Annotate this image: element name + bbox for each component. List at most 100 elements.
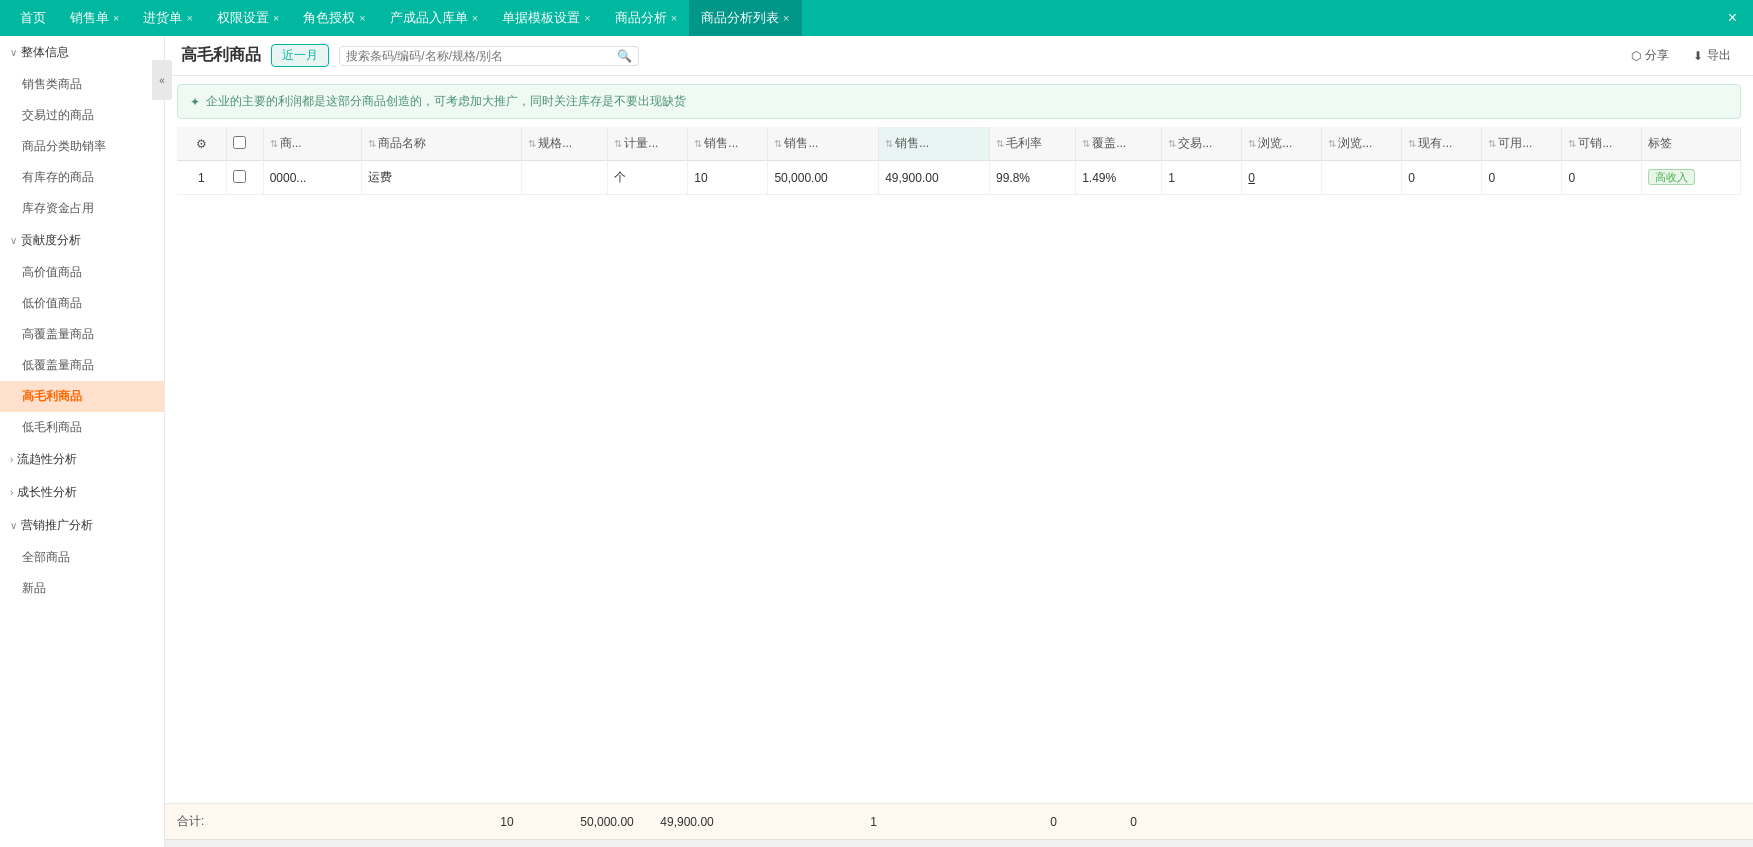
sidebar-item-low-margin[interactable]: 低毛利商品 — [0, 412, 164, 443]
sidebar-item-category-rate[interactable]: 商品分类助销率 — [0, 131, 164, 162]
arrow-marketing: ∨ — [10, 520, 17, 531]
sidebar-collapse-button[interactable]: « — [152, 60, 172, 100]
cell-coverage: 1.49% — [1076, 161, 1162, 195]
col-sales-qty: ⇅销售... — [688, 127, 768, 161]
search-input[interactable] — [346, 49, 617, 63]
main-layout: ∨ 整体信息 销售类商品 交易过的商品 商品分类助销率 有库存的商品 库存资金占… — [0, 36, 1753, 847]
sidebar-item-high-margin[interactable]: 高毛利商品 — [0, 381, 164, 412]
export-button[interactable]: ⬇ 导出 — [1687, 45, 1737, 66]
col-index: ⚙ — [177, 127, 226, 161]
settings-icon[interactable]: ⚙ — [196, 137, 207, 151]
footer-cells: 10 50,000.00 49,900.00 1 0 0 — [224, 815, 1741, 829]
col-spec: ⇅规格... — [522, 127, 608, 161]
cell-sales-qty: 10 — [688, 161, 768, 195]
col-stock-sellable: ⇅可销... — [1562, 127, 1642, 161]
footer-sales-cost: 49,900.00 — [654, 815, 734, 829]
nav-product-analysis[interactable]: 商品分析 × — [603, 0, 689, 36]
arrow-flow: › — [10, 454, 13, 465]
search-icon[interactable]: 🔍 — [617, 49, 632, 63]
sidebar-item-high-value[interactable]: 高价值商品 — [0, 257, 164, 288]
col-sales-cost: ⇅销售... — [879, 127, 990, 161]
footer-sales-amount: 50,000.00 — [574, 815, 654, 829]
sidebar-item-stock-capital[interactable]: 库存资金占用 — [0, 193, 164, 224]
horizontal-scrollbar[interactable] — [165, 839, 1753, 847]
nav-close-role[interactable]: × — [359, 12, 365, 24]
sidebar-item-low-value[interactable]: 低价值商品 — [0, 288, 164, 319]
sidebar-item-low-coverage[interactable]: 低覆盖量商品 — [0, 350, 164, 381]
time-filter-month[interactable]: 近一月 — [271, 44, 329, 67]
cell-tag: 高收入 — [1642, 161, 1741, 195]
sidebar-section-growth[interactable]: › 成长性分析 — [0, 476, 164, 509]
nav-analysis-list[interactable]: 商品分析列表 × — [689, 0, 801, 36]
nav-home[interactable]: 首页 — [8, 0, 58, 36]
cell-code: 0000... — [263, 161, 361, 195]
sidebar-item-sales-goods[interactable]: 销售类商品 — [0, 69, 164, 100]
col-checkbox — [226, 127, 263, 161]
cell-stock-current: 0 — [1402, 161, 1482, 195]
nav-role-auth[interactable]: 角色授权 × — [291, 0, 377, 36]
nav-close-template[interactable]: × — [584, 12, 590, 24]
cell-gross-rate: 99.8% — [989, 161, 1075, 195]
info-text: 企业的主要的利润都是这部分商品创造的，可考虑加大推广，同时关注库存是不要出现缺货 — [206, 93, 686, 110]
col-views2: ⇅浏览... — [1322, 127, 1402, 161]
row-checkbox[interactable] — [233, 170, 246, 183]
content-header: 高毛利商品 近一月 🔍 ⬡ 分享 ⬇ 导出 — [165, 36, 1753, 76]
cell-name: 运费 — [362, 161, 522, 195]
sidebar-section-overall[interactable]: ∨ 整体信息 — [0, 36, 164, 69]
search-wrap: 🔍 — [339, 46, 639, 66]
nav-close-sales-order[interactable]: × — [113, 12, 119, 24]
select-all-checkbox[interactable] — [233, 136, 246, 149]
sidebar-section-flow[interactable]: › 流趋性分析 — [0, 443, 164, 476]
cell-checkbox — [226, 161, 263, 195]
nav-sales-order[interactable]: 销售单 × — [58, 0, 131, 36]
nav-close-inbound[interactable]: × — [472, 12, 478, 24]
arrow-contribution: ∨ — [10, 235, 17, 246]
share-button[interactable]: ⬡ 分享 — [1625, 45, 1675, 66]
nav-close-permission[interactable]: × — [273, 12, 279, 24]
footer-stock-current: 0 — [1044, 815, 1124, 829]
close-all-button[interactable]: × — [1720, 9, 1745, 27]
sidebar-section-marketing[interactable]: ∨ 营销推广分析 — [0, 509, 164, 542]
nav-template-settings[interactable]: 单据模板设置 × — [490, 0, 602, 36]
tag-badge: 高收入 — [1648, 169, 1695, 185]
sidebar-item-instock-goods[interactable]: 有库存的商品 — [0, 162, 164, 193]
cell-views2 — [1322, 161, 1402, 195]
nav-purchase-order[interactable]: 进货单 × — [131, 0, 204, 36]
arrow-growth: › — [10, 487, 13, 498]
top-nav: 首页 销售单 × 进货单 × 权限设置 × 角色授权 × 产成品入库单 × 单据… — [0, 0, 1753, 36]
footer-bar: 合计: 10 50,000.00 49,900.00 1 0 0 — [165, 803, 1753, 839]
sidebar-section-contribution[interactable]: ∨ 贡献度分析 — [0, 224, 164, 257]
col-gross-rate: ⇅毛利率 — [989, 127, 1075, 161]
table-wrap: ⚙ ⇅商... ⇅商品名称 ⇅规格... ⇅计量... ⇅销售... ⇅销售..… — [165, 127, 1753, 803]
page-title: 高毛利商品 — [181, 45, 261, 66]
table-header-row: ⚙ ⇅商... ⇅商品名称 ⇅规格... ⇅计量... ⇅销售... ⇅销售..… — [177, 127, 1741, 161]
header-actions: ⬡ 分享 ⬇ 导出 — [1625, 45, 1737, 66]
cell-transactions: 1 — [1162, 161, 1242, 195]
sidebar-item-high-coverage[interactable]: 高覆盖量商品 — [0, 319, 164, 350]
cell-spec — [522, 161, 608, 195]
nav-permission-settings[interactable]: 权限设置 × — [205, 0, 291, 36]
nav-close-purchase-order[interactable]: × — [186, 12, 192, 24]
nav-close-analysis[interactable]: × — [671, 12, 677, 24]
col-stock-current: ⇅现有... — [1402, 127, 1482, 161]
sidebar: ∨ 整体信息 销售类商品 交易过的商品 商品分类助销率 有库存的商品 库存资金占… — [0, 36, 165, 847]
col-sales-amount: ⇅销售... — [768, 127, 879, 161]
views1-link[interactable]: 0 — [1248, 171, 1255, 185]
cell-stock-sellable: 0 — [1562, 161, 1642, 195]
col-coverage: ⇅覆盖... — [1076, 127, 1162, 161]
nav-product-inbound[interactable]: 产成品入库单 × — [378, 0, 490, 36]
cell-index: 1 — [177, 161, 226, 195]
col-code: ⇅商... — [263, 127, 361, 161]
sidebar-item-new-goods[interactable]: 新品 — [0, 573, 164, 604]
share-icon: ⬡ — [1631, 49, 1641, 63]
cell-sales-amount: 50,000.00 — [768, 161, 879, 195]
sidebar-item-all-goods[interactable]: 全部商品 — [0, 542, 164, 573]
col-stock-available: ⇅可用... — [1482, 127, 1562, 161]
info-icon: ✦ — [190, 95, 200, 109]
col-transactions: ⇅交易... — [1162, 127, 1242, 161]
nav-close-analysis-list[interactable]: × — [783, 12, 789, 24]
table-row: 1 0000... 运费 个 10 50,000.00 49,900.00 99… — [177, 161, 1741, 195]
cell-stock-available: 0 — [1482, 161, 1562, 195]
sidebar-item-traded-goods[interactable]: 交易过的商品 — [0, 100, 164, 131]
data-table: ⚙ ⇅商... ⇅商品名称 ⇅规格... ⇅计量... ⇅销售... ⇅销售..… — [177, 127, 1741, 195]
